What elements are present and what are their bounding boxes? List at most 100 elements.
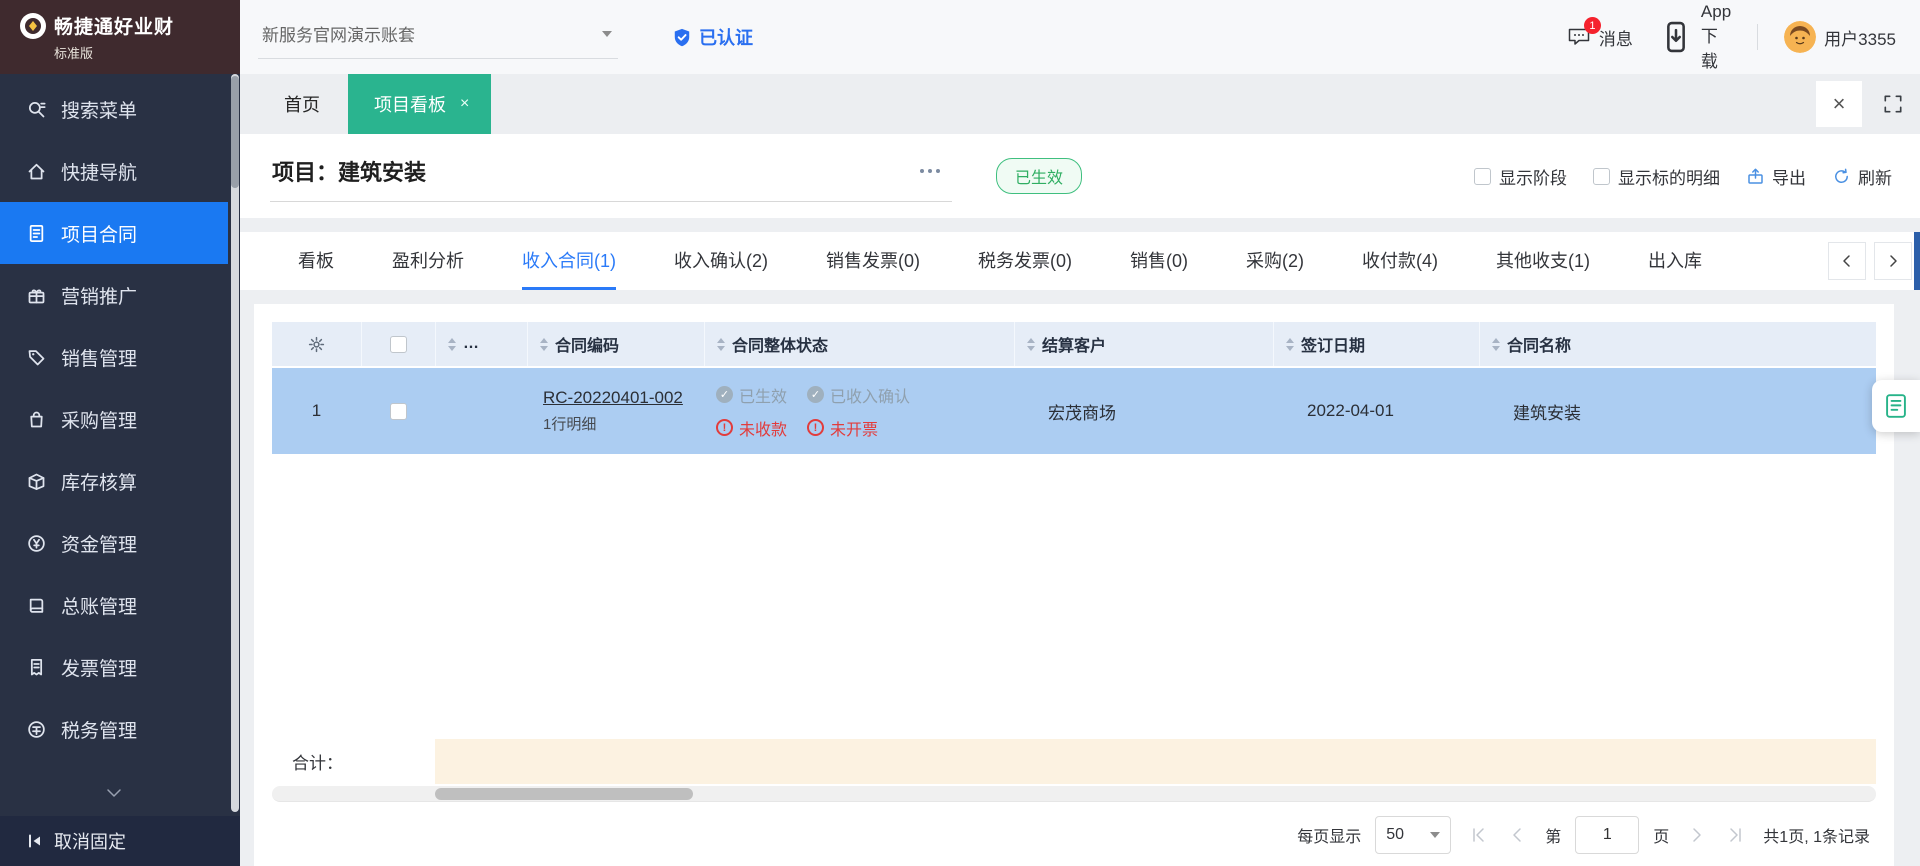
subtab-income-contract[interactable]: 收入合同(1) [522,232,616,290]
account-select[interactable]: 新服务官网演示账套 [258,15,618,59]
export-button[interactable]: 导出 [1746,164,1806,189]
subtab-sales[interactable]: 销售(0) [1130,232,1188,290]
header-contract-status[interactable]: 合同整体状态 [704,322,1014,366]
sidebar-item-project-contract[interactable]: 项目合同 [0,202,228,264]
show-stage-checkbox[interactable]: 显示阶段 [1474,164,1567,189]
certified-badge[interactable]: 已认证 [672,24,753,50]
page-title: 项目：建筑安装 [272,159,427,185]
header-contract-code[interactable]: 合同编码 [527,322,704,366]
horizontal-scrollbar-thumb[interactable] [435,788,693,800]
sidebar-item-label: 总账管理 [61,596,138,618]
project-header-bar: 项目：建筑安装 已生效 显示阶段 显示标的明细 导出 刷新 [240,134,1920,218]
sidebar-item-search-menu[interactable]: 搜索菜单 [0,78,228,140]
per-page-select[interactable]: 50 [1375,816,1452,854]
first-page-icon[interactable] [1465,822,1491,848]
report-icon [1886,394,1906,418]
subtab-profit-analysis[interactable]: 盈利分析 [392,232,464,290]
quick-entry-widget[interactable] [1872,380,1920,432]
box-icon [28,473,45,490]
sort-icon [448,337,456,351]
header-customer[interactable]: 结算客户 [1014,322,1273,366]
subtab-purchase[interactable]: 采购(2) [1246,232,1304,290]
select-all-checkbox[interactable] [361,322,435,366]
header-label: 合同编码 [555,338,620,355]
header-contract-name[interactable]: 合同名称 [1479,322,1876,366]
fullscreen-icon[interactable] [1876,87,1910,121]
subtab-stock-io[interactable]: 出入库 [1648,232,1702,290]
column-settings-button[interactable] [272,322,361,366]
sidebar-menu: 搜索菜单 快捷导航 项目合同 营销推广 销售管理 采购管理 库存核算 资金管理 … [0,78,228,760]
topbar: 新服务官网演示账套 已认证 1 消息 App下载 用户3355 [240,0,1920,74]
brand-name: 畅捷通好业财 [54,17,175,38]
sidebar-scroll-more-icon[interactable] [0,788,228,798]
avatar [1784,21,1817,53]
tab-project-dashboard[interactable]: 项目看板 [348,74,492,134]
brand-edition: 标准版 [54,46,94,61]
checkbox-icon [390,335,407,353]
sidebar-item-quick-nav[interactable]: 快捷导航 [0,140,228,202]
sidebar-item-funds[interactable]: 资金管理 [0,512,228,574]
page-suffix-label: 页 [1653,829,1670,846]
collapse-left-icon [29,834,40,848]
check-circle-icon [807,386,825,403]
pagination: 每页显示 50 第 页 共1页, 1条记录 [272,816,1876,854]
subtab-revenue-recognition[interactable]: 收入确认(2) [674,232,768,290]
sort-icon [1027,337,1035,351]
checkbox-icon [1474,167,1491,185]
sidebar-item-inventory[interactable]: 库存核算 [0,450,228,512]
prev-page-icon[interactable] [1505,822,1531,848]
status-unpaid: 未收款 [716,416,787,440]
subtab-other-income[interactable]: 其他收支(1) [1496,232,1590,290]
sidebar-item-marketing[interactable]: 营销推广 [0,264,228,326]
warning-circle-icon [716,419,733,436]
header-label: 合同整体状态 [732,338,829,355]
export-icon [1748,168,1763,184]
subtab-dashboard[interactable]: 看板 [298,232,334,290]
stamp-icon [28,720,45,738]
sidebar-item-purchase[interactable]: 采购管理 [0,388,228,450]
panel-edge [1914,232,1920,290]
sort-icon [1492,337,1500,351]
header-sign-date[interactable]: 签订日期 [1273,322,1479,366]
sidebar-item-invoice[interactable]: 发票管理 [0,636,228,698]
book-icon [29,598,44,613]
contract-code-link[interactable]: RC-20220401-002 [543,388,683,408]
sidebar-item-tax[interactable]: 税务管理 [0,698,228,760]
subtab-next-icon[interactable] [1874,242,1912,280]
app-screen: 畅捷通好业财 标准版 搜索菜单 快捷导航 项目合同 营销推广 销售管理 采购管理… [0,0,1920,866]
header-more[interactable]: … [435,322,527,366]
checkbox-icon [1593,167,1610,185]
sidebar-item-label: 发票管理 [61,658,138,680]
subtab-sales-invoice[interactable]: 销售发票(0) [826,232,920,290]
subtab-payments[interactable]: 收付款(4) [1362,232,1438,290]
sidebar-item-ledger[interactable]: 总账管理 [0,574,228,636]
sidebar-item-label: 资金管理 [61,534,138,556]
tab-home[interactable]: 首页 [240,91,348,117]
sidebar-item-label: 营销推广 [61,286,138,308]
next-page-icon[interactable] [1683,822,1709,848]
row-customer: 宏茂商场 [1048,403,1116,423]
page-number-input[interactable] [1575,816,1640,854]
unpin-sidebar-button[interactable]: 取消固定 [0,816,240,866]
refresh-button[interactable]: 刷新 [1832,164,1892,189]
close-icon[interactable] [1816,81,1862,127]
table-row[interactable]: 1 RC-20220401-002 1行明细 已生效 已收入确认 未收款 未开票… [272,366,1876,454]
messages-button[interactable]: 1 消息 [1567,17,1633,50]
user-menu[interactable]: 用户3355 [1784,21,1896,53]
show-detail-label: 显示标的明细 [1618,168,1720,188]
bag-icon [30,411,43,427]
close-tab-icon[interactable] [460,95,469,113]
app-download-button[interactable]: App下载 [1659,2,1731,72]
more-options-icon[interactable] [916,165,944,177]
subtab-tax-invoice[interactable]: 税务发票(0) [978,232,1072,290]
brand-logo-icon [20,12,46,39]
username-label: 用户3355 [1824,29,1896,49]
sidebar-scrollbar-thumb[interactable] [231,76,239,188]
row-checkbox[interactable] [361,402,435,420]
sidebar-item-sales[interactable]: 销售管理 [0,326,228,388]
show-detail-checkbox[interactable]: 显示标的明细 [1593,164,1720,189]
checkbox-icon [389,402,407,420]
subtab-prev-icon[interactable] [1828,242,1866,280]
last-page-icon[interactable] [1723,822,1749,848]
coin-yen-icon [28,534,45,552]
